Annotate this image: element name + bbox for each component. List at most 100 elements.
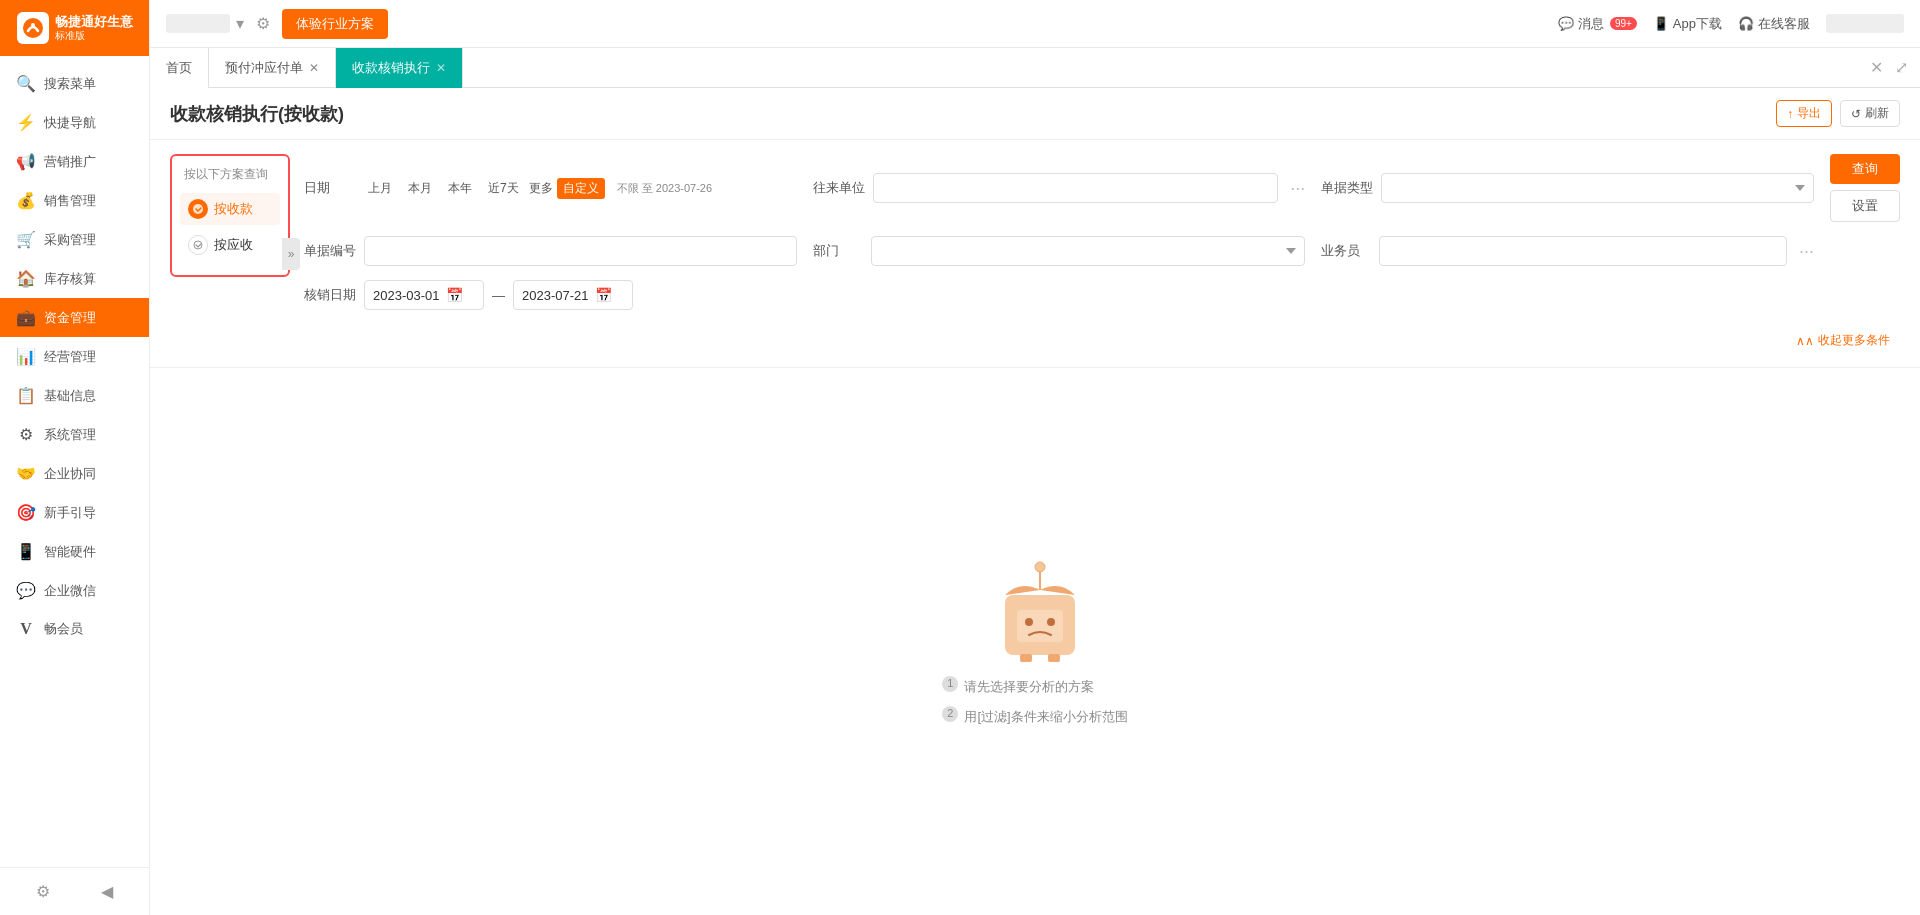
sidebar-item-collab[interactable]: 🤝 企业协同 bbox=[0, 454, 149, 493]
online-service-button[interactable]: 🎧 在线客服 bbox=[1738, 15, 1810, 33]
sidebar-item-marketing[interactable]: 📢 营销推广 bbox=[0, 142, 149, 181]
collapse-button[interactable]: ∧∧ 收起更多条件 bbox=[1786, 328, 1900, 353]
date-prev-month[interactable]: 上月 bbox=[362, 178, 398, 199]
sidebar-item-system[interactable]: ⚙ 系统管理 bbox=[0, 415, 149, 454]
verify-date-end-value: 2023-07-21 bbox=[522, 288, 589, 303]
sidebar-item-inventory[interactable]: 🏠 库存核算 bbox=[0, 259, 149, 298]
settings-footer-icon[interactable]: ⚙ bbox=[36, 882, 50, 901]
verify-date-start-input[interactable]: 2023-03-01 📅 bbox=[364, 280, 484, 310]
tab-receipt-label: 收款核销执行 bbox=[352, 59, 430, 77]
tabbar-actions: ✕ ⤢ bbox=[1866, 54, 1920, 81]
verify-end-calendar-icon: 📅 bbox=[595, 287, 612, 303]
doc-type-select[interactable] bbox=[1381, 173, 1814, 203]
tab-home[interactable]: 首页 bbox=[150, 48, 209, 88]
refresh-button[interactable]: ↺ 刷新 bbox=[1840, 100, 1900, 127]
tab-prepay[interactable]: 预付冲应付单 ✕ bbox=[209, 48, 336, 88]
svg-point-9 bbox=[1035, 562, 1045, 572]
date-7days[interactable]: 近7天 bbox=[482, 178, 525, 199]
date-this-month[interactable]: 本月 bbox=[402, 178, 438, 199]
filter-nav-by-receivable[interactable]: 按应收 bbox=[180, 229, 280, 261]
date-unlimited: 不限 至 2023-07-26 bbox=[617, 181, 712, 196]
sidebar-item-sales[interactable]: 💰 销售管理 bbox=[0, 181, 149, 220]
date-this-year[interactable]: 本年 bbox=[442, 178, 478, 199]
tab-receipt[interactable]: 收款核销执行 ✕ bbox=[336, 48, 463, 88]
date-custom[interactable]: 自定义 bbox=[557, 178, 605, 199]
filter-nav-title: 按以下方案查询 bbox=[180, 166, 280, 183]
empty-state: 1 请先选择要分析的方案 2 用[过滤]条件来缩小分析范围 bbox=[150, 368, 1920, 915]
filter-nav-by-receipt[interactable]: 按收款 bbox=[180, 193, 280, 225]
sidebar-item-hardware[interactable]: 📱 智能硬件 bbox=[0, 532, 149, 571]
staff-input[interactable] bbox=[1379, 236, 1787, 266]
sidebar-item-ops[interactable]: 📊 经营管理 bbox=[0, 337, 149, 376]
filter-row-2: 单据编号 部门 业务员 ··· bbox=[304, 236, 1900, 266]
refresh-icon: ↺ bbox=[1851, 107, 1861, 121]
doc-no-input[interactable] bbox=[364, 236, 797, 266]
tab-close-all-icon[interactable]: ✕ bbox=[1866, 54, 1887, 81]
message-label: 消息 bbox=[1578, 15, 1604, 33]
sidebar-item-label: 资金管理 bbox=[44, 309, 96, 327]
tab-receipt-close-icon[interactable]: ✕ bbox=[436, 61, 446, 75]
receivable-icon bbox=[188, 235, 208, 255]
user-avatar[interactable]: 用户 bbox=[1826, 14, 1904, 33]
topbar-brand: - ▾ bbox=[166, 14, 244, 33]
sidebar-item-guide[interactable]: 🎯 新手引导 bbox=[0, 493, 149, 532]
empty-step-1: 1 请先选择要分析的方案 bbox=[942, 675, 1127, 698]
collapse-sidebar-icon[interactable]: ◀ bbox=[101, 882, 113, 901]
svg-point-6 bbox=[1025, 618, 1033, 626]
tab-expand-icon[interactable]: ⤢ bbox=[1891, 54, 1912, 81]
app-icon: 📱 bbox=[1653, 16, 1669, 31]
topbar-chevron-icon[interactable]: ▾ bbox=[236, 14, 244, 33]
sidebar-item-basic[interactable]: 📋 基础信息 bbox=[0, 376, 149, 415]
logo-icon bbox=[17, 12, 49, 44]
by-receipt-label: 按收款 bbox=[214, 200, 253, 218]
solution-button[interactable]: 体验行业方案 bbox=[282, 9, 388, 39]
logo: 畅捷通好生意 标准版 bbox=[0, 0, 149, 56]
message-button[interactable]: 💬 消息 99+ bbox=[1558, 15, 1637, 33]
sidebar-item-search[interactable]: 🔍 搜索菜单 bbox=[0, 64, 149, 103]
empty-text: 1 请先选择要分析的方案 2 用[过滤]条件来缩小分析范围 bbox=[942, 675, 1127, 728]
sidebar-item-purchase[interactable]: 🛒 采购管理 bbox=[0, 220, 149, 259]
sidebar-item-member[interactable]: V 畅会员 bbox=[0, 610, 149, 648]
headset-icon: 🎧 bbox=[1738, 16, 1754, 31]
export-icon: ↑ bbox=[1787, 107, 1793, 121]
sidebar-item-wechat[interactable]: 💬 企业微信 bbox=[0, 571, 149, 610]
sidebar-item-label: 新手引导 bbox=[44, 504, 96, 522]
svg-point-1 bbox=[31, 23, 35, 27]
filter-row-1: 日期 上月 本月 本年 近7天 更多 自定义 不限 至 2023-07-26 往… bbox=[304, 154, 1900, 222]
export-button[interactable]: ↑ 导出 bbox=[1776, 100, 1832, 127]
filter-nav-collapse-icon[interactable]: » bbox=[282, 238, 300, 270]
dept-select[interactable] bbox=[871, 236, 1306, 266]
sidebar-item-label: 企业协同 bbox=[44, 465, 96, 483]
collab-icon: 🤝 bbox=[16, 464, 36, 483]
collapse-label: 收起更多条件 bbox=[1818, 332, 1890, 349]
dept-label: 部门 bbox=[813, 242, 863, 260]
member-icon: V bbox=[16, 620, 36, 638]
filter-fields: 日期 上月 本月 本年 近7天 更多 自定义 不限 至 2023-07-26 往… bbox=[304, 154, 1900, 353]
sidebar-item-finance[interactable]: 💼 资金管理 bbox=[0, 298, 149, 337]
page-title: 收款核销执行(按收款) bbox=[170, 102, 344, 138]
setting-button[interactable]: 设置 bbox=[1830, 190, 1900, 222]
verify-date-group: 核销日期 2023-03-01 📅 — 2023-07-21 📅 bbox=[304, 280, 802, 310]
query-button[interactable]: 查询 bbox=[1830, 154, 1900, 184]
verify-date-end-input[interactable]: 2023-07-21 📅 bbox=[513, 280, 633, 310]
tab-prepay-close-icon[interactable]: ✕ bbox=[309, 61, 319, 75]
ops-icon: 📊 bbox=[16, 347, 36, 366]
nav-icon: ⚡ bbox=[16, 113, 36, 132]
counterpart-input[interactable] bbox=[873, 173, 1279, 203]
svg-rect-11 bbox=[1048, 654, 1060, 662]
purchase-icon: 🛒 bbox=[16, 230, 36, 249]
staff-dots-icon[interactable]: ··· bbox=[1799, 241, 1814, 262]
sidebar-item-nav[interactable]: ⚡ 快捷导航 bbox=[0, 103, 149, 142]
topbar-gear-icon[interactable]: ⚙ bbox=[256, 14, 270, 33]
sidebar-item-label: 库存核算 bbox=[44, 270, 96, 288]
counterpart-filter-group: 往来单位 ··· bbox=[813, 173, 1306, 203]
tab-home-label: 首页 bbox=[166, 59, 192, 77]
app-download-button[interactable]: 📱 App下载 bbox=[1653, 15, 1722, 33]
sidebar-item-label: 营销推广 bbox=[44, 153, 96, 171]
page-header: 收款核销执行(按收款) ↑ 导出 ↺ 刷新 bbox=[150, 88, 1920, 140]
dept-filter-group: 部门 bbox=[813, 236, 1306, 266]
counterpart-dots-icon[interactable]: ··· bbox=[1290, 178, 1305, 199]
date-more[interactable]: 更多 bbox=[529, 180, 553, 197]
svg-point-7 bbox=[1047, 618, 1055, 626]
docno-filter-group: 单据编号 bbox=[304, 236, 797, 266]
